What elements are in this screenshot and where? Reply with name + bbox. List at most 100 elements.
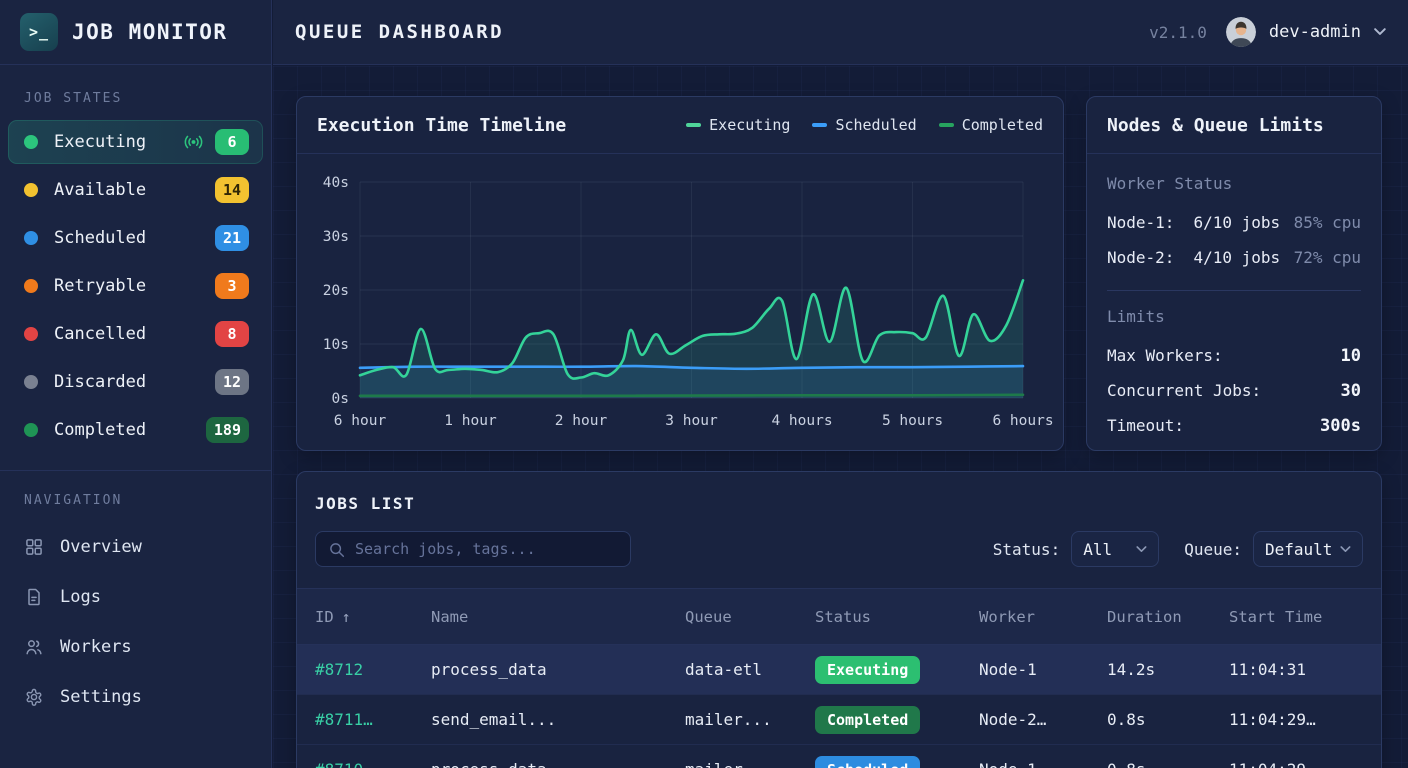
status-filter-value: All (1083, 539, 1113, 559)
column-header-id[interactable]: ID ↑ (315, 608, 431, 626)
node-name: Node-2: (1107, 248, 1175, 267)
sidebar-item-workers[interactable]: Workers (0, 622, 271, 672)
sidebar-divider (0, 470, 271, 471)
node-cpu: 85% cpu (1293, 213, 1361, 232)
nav-item-label: Workers (60, 637, 132, 657)
svg-text:5 hours: 5 hours (882, 413, 943, 429)
count-badge: 3 (215, 273, 249, 299)
page-title: QUEUE DASHBOARD (295, 21, 505, 43)
status-dot (24, 183, 38, 197)
svg-text:1 hour: 1 hour (444, 413, 497, 429)
job-states-section-label: JOB STATES (24, 91, 123, 106)
column-header-worker[interactable]: Worker (979, 608, 1107, 626)
svg-text:2 hour: 2 hour (555, 413, 608, 429)
job-worker: Node-1 (979, 660, 1037, 679)
timeline-chart: 0s 10s 20s 30s 40s 6 hour 1 hour 2 hour 3 hour 4 … (297, 154, 1063, 452)
job-name: send_email... (431, 710, 557, 729)
limit-name: Concurrent Jobs: (1107, 381, 1262, 400)
job-worker: Node-1 (979, 760, 1107, 768)
status-badge: Scheduled (815, 755, 921, 768)
avatar[interactable] (1225, 17, 1256, 47)
chevron-down-icon (1136, 545, 1147, 552)
job-name: process_data (431, 760, 685, 768)
limit-value: 10 (1340, 345, 1361, 366)
sidebar-item-label: Scheduled (54, 228, 147, 248)
sidebar-item-label: Cancelled (54, 324, 147, 344)
status-filter-select[interactable]: All (1071, 531, 1160, 567)
table-row[interactable]: #8712 process_data data-etl Executing Node-1… (297, 645, 1381, 695)
nav-item-label: Overview (60, 537, 142, 557)
column-header-status[interactable]: Status (815, 608, 979, 626)
count-badge: 8 (215, 321, 249, 347)
sidebar-item-scheduled[interactable]: Scheduled 21 (8, 216, 263, 260)
count-badge: 12 (214, 369, 249, 395)
document-icon (24, 587, 44, 607)
legend-swatch (686, 123, 702, 127)
svg-text:0s: 0s (332, 391, 349, 407)
sidebar-item-available[interactable]: Available 14 (8, 168, 263, 212)
count-badge: 14 (214, 177, 249, 203)
sidebar-item-executing[interactable]: Executing 6 (8, 120, 263, 164)
column-header-name[interactable]: Name (431, 608, 685, 626)
status-badge: Executing (815, 655, 921, 684)
column-header-queue[interactable]: Queue (685, 608, 815, 626)
sidebar-item-label: Executing (54, 132, 147, 152)
queue-filter-label: Queue: (1184, 539, 1242, 559)
sidebar-item-label: Completed (54, 420, 147, 440)
job-duration: 14.2s (1107, 660, 1156, 679)
queue-filter-select[interactable]: Default (1253, 531, 1363, 567)
nodes-card-title: Nodes & Queue Limits (1107, 114, 1324, 136)
version-label: v2.1.0 (1149, 22, 1207, 42)
nodes-card-divider (1107, 290, 1361, 291)
search-input[interactable] (355, 540, 618, 558)
table-row[interactable]: #8711… send_email... mailer... Completed Nod… (297, 695, 1381, 745)
sidebar-item-completed[interactable]: Completed 189 (8, 408, 263, 452)
sidebar-item-discarded[interactable]: Discarded 12 (8, 360, 263, 404)
main-content: Execution Time Timeline Executing Schedul… (273, 66, 1408, 768)
status-dot (24, 423, 38, 437)
nav-item-label: Settings (60, 687, 142, 707)
column-header-start-time[interactable]: Start Time (1229, 608, 1363, 626)
legend-item-scheduled: Scheduled (812, 116, 917, 134)
table-row[interactable]: #8710process_datamailerScheduled Node-10.… (297, 745, 1381, 768)
jobs-list-title: JOBS LIST (315, 494, 416, 513)
status-dot (24, 279, 38, 293)
chart-legend: Executing Scheduled Completed (686, 116, 1043, 134)
job-id-link[interactable]: #8710 (315, 760, 431, 768)
status-dot (24, 231, 38, 245)
sidebar-item-label: Discarded (54, 372, 147, 392)
sidebar-item-label: Retryable (54, 276, 147, 296)
sidebar-item-logs[interactable]: Logs (0, 572, 271, 622)
node-status-row: Node-2: 4/10 jobs 72% cpu (1107, 240, 1361, 275)
grid-icon (24, 537, 44, 557)
sidebar-item-label: Available (54, 180, 147, 200)
job-name: process_data (431, 660, 547, 679)
timeline-card-title: Execution Time Timeline (317, 114, 567, 136)
svg-text:30s: 30s (323, 229, 349, 245)
sidebar-item-settings[interactable]: Settings (0, 672, 271, 722)
legend-swatch (938, 123, 954, 127)
sidebar-item-overview[interactable]: Overview (0, 522, 271, 572)
search-icon (330, 542, 345, 557)
job-queue: mailer... (685, 710, 772, 729)
column-header-duration[interactable]: Duration (1107, 608, 1229, 626)
job-start-time: 11:04:29… (1229, 710, 1316, 729)
search-box[interactable] (315, 531, 631, 567)
limit-name: Timeout: (1107, 416, 1185, 435)
navigation-section-label: NAVIGATION (24, 493, 123, 508)
svg-text:4 hours: 4 hours (771, 413, 832, 429)
sort-ascending-icon: ↑ (341, 607, 351, 626)
sidebar-item-cancelled[interactable]: Cancelled 8 (8, 312, 263, 356)
limits-label: Limits (1107, 307, 1165, 326)
job-id-link[interactable]: #8711… (315, 710, 431, 729)
status-badge: Completed (815, 705, 921, 734)
username-label[interactable]: dev-admin (1269, 22, 1361, 42)
execution-timeline-card: Execution Time Timeline Executing Schedul… (296, 96, 1064, 451)
jobs-table: ID ↑ Name Queue Status Worker Duration Start Ti… (297, 588, 1381, 768)
nav-item-label: Logs (60, 587, 101, 607)
sidebar: >_ JOB MONITOR JOB STATES Executing 6 Avai… (0, 0, 272, 768)
job-id-link[interactable]: #8712 (315, 660, 431, 679)
limit-row: Max Workers: 10 (1107, 338, 1361, 373)
chevron-down-icon[interactable] (1374, 28, 1386, 36)
sidebar-item-retryable[interactable]: Retryable 3 (8, 264, 263, 308)
